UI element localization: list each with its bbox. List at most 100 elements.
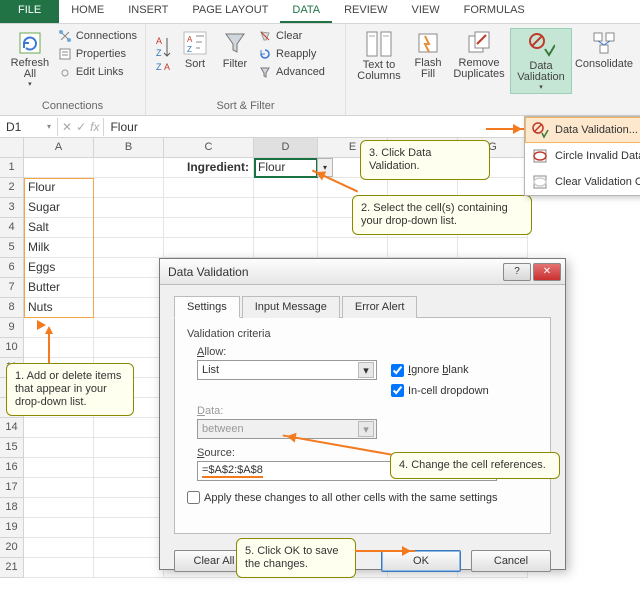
tab-insert[interactable]: INSERT [116, 0, 180, 23]
menu-clear-circles[interactable]: Clear Validation Circles [525, 169, 640, 195]
sort-az-icon: AZ [154, 34, 172, 60]
row-header[interactable]: 15 [0, 438, 24, 458]
row-header[interactable]: 18 [0, 498, 24, 518]
text-to-columns-icon [365, 30, 393, 58]
tab-settings[interactable]: Settings [174, 296, 240, 318]
filter-button[interactable]: Filter [216, 28, 254, 72]
ribbon: Refresh All ▾ Connections Properties Edi… [0, 24, 640, 116]
row-header[interactable]: 2 [0, 178, 24, 198]
incell-dropdown-checkbox[interactable]: In-cell dropdown [391, 384, 489, 397]
cell-D1[interactable]: Flour [254, 158, 318, 178]
allow-combo[interactable]: List▾ [197, 360, 377, 380]
svg-text:A: A [164, 62, 170, 72]
menu-data-validation[interactable]: Data Validation... [525, 117, 640, 143]
ribbon-tabs: FILE HOME INSERT PAGE LAYOUT DATA REVIEW… [0, 0, 640, 24]
cancel-button[interactable]: Cancel [471, 550, 551, 572]
connections-icon [58, 29, 72, 43]
cell-A8[interactable]: Nuts [24, 298, 94, 318]
callout-1: 1. Add or delete items that appear in yo… [6, 363, 134, 416]
refresh-all-button[interactable]: Refresh All ▾ [6, 28, 54, 90]
col-header-D[interactable]: D [254, 138, 318, 157]
apply-all-checkbox[interactable]: Apply these changes to all other cells w… [187, 491, 538, 504]
svg-text:A: A [156, 36, 162, 46]
sort-za-icon: ZA [154, 60, 172, 74]
callout-2: 2. Select the cell(s) containing your dr… [352, 195, 532, 235]
data-label: Data: [197, 405, 538, 417]
tab-file[interactable]: FILE [0, 0, 59, 23]
cell-A5[interactable]: Milk [24, 238, 94, 258]
ribbon-group-connections: Connections [6, 99, 139, 113]
cell-A6[interactable]: Eggs [24, 258, 94, 278]
row-header[interactable]: 16 [0, 458, 24, 478]
properties-button[interactable]: Properties [56, 46, 139, 62]
cell-A7[interactable]: Butter [24, 278, 94, 298]
tab-formulas[interactable]: FORMULAS [452, 0, 537, 23]
tab-input-message[interactable]: Input Message [242, 296, 340, 318]
text-to-columns-button[interactable]: Text to Columns [352, 28, 406, 84]
tab-error-alert[interactable]: Error Alert [342, 296, 418, 318]
dialog-titlebar[interactable]: Data Validation ? ✕ [160, 259, 565, 285]
ok-button[interactable]: OK [381, 550, 461, 572]
row-header[interactable]: 17 [0, 478, 24, 498]
ignore-blank-checkbox[interactable]: Ignore blank [391, 364, 469, 377]
col-header-A[interactable]: A [24, 138, 94, 157]
row-header[interactable]: 9 [0, 318, 24, 338]
sort-button[interactable]: AZ Sort [176, 28, 214, 72]
row-header[interactable]: 1 [0, 158, 24, 178]
select-all[interactable] [0, 138, 24, 157]
tab-review[interactable]: REVIEW [332, 0, 399, 23]
cell-A2[interactable]: Flour [24, 178, 94, 198]
remove-duplicates-icon [466, 30, 492, 56]
cancel-icon[interactable]: ✕ [62, 120, 72, 134]
callout-3: 3. Click Data Validation. [360, 140, 490, 180]
properties-icon [58, 47, 72, 61]
row-header[interactable]: 6 [0, 258, 24, 278]
advanced-icon [258, 65, 272, 79]
chevron-down-icon: ▾ [358, 421, 374, 437]
arrow [48, 324, 50, 364]
flash-fill-button[interactable]: Flash Fill [408, 28, 448, 82]
cell-C1[interactable]: Ingredient: [164, 158, 254, 178]
criteria-label: Validation criteria [187, 328, 538, 340]
row-header[interactable]: 19 [0, 518, 24, 538]
cell-A4[interactable]: Salt [24, 218, 94, 238]
allow-label: Allow: [197, 346, 538, 358]
cell-A3[interactable]: Sugar [24, 198, 94, 218]
refresh-all-label: Refresh All [8, 58, 52, 80]
clear-button[interactable]: Clear [256, 28, 327, 44]
row-header[interactable]: 4 [0, 218, 24, 238]
row-header[interactable]: 8 [0, 298, 24, 318]
edit-links-button[interactable]: Edit Links [56, 64, 139, 80]
row-header[interactable]: 7 [0, 278, 24, 298]
fx-icon[interactable]: fx [90, 120, 99, 134]
tab-view[interactable]: VIEW [400, 0, 452, 23]
row-header[interactable]: 5 [0, 238, 24, 258]
reapply-icon [258, 47, 272, 61]
enter-icon[interactable]: ✓ [76, 120, 86, 134]
callout-4: 4. Change the cell references. [390, 452, 560, 479]
name-box[interactable]: D1▾ [0, 118, 58, 136]
row-header[interactable]: 3 [0, 198, 24, 218]
row-header[interactable]: 10 [0, 338, 24, 358]
data-validation-button[interactable]: Data Validation ▾ [510, 28, 572, 94]
col-header-C[interactable]: C [164, 138, 254, 157]
consolidate-button[interactable]: Consolidate [574, 28, 634, 72]
help-button[interactable]: ? [503, 263, 531, 281]
row-header[interactable]: 20 [0, 538, 24, 558]
dialog-tabs: Settings Input Message Error Alert [174, 295, 551, 318]
tab-page-layout[interactable]: PAGE LAYOUT [180, 0, 280, 23]
ribbon-group-sort: Sort & Filter [152, 99, 339, 113]
advanced-button[interactable]: Advanced [256, 64, 327, 80]
tab-data[interactable]: DATA [280, 0, 332, 23]
menu-circle-invalid[interactable]: Circle Invalid Data [525, 143, 640, 169]
row-header[interactable]: 21 [0, 558, 24, 578]
reapply-button[interactable]: Reapply [256, 46, 327, 62]
svg-text:Z: Z [187, 45, 192, 54]
remove-duplicates-button[interactable]: Remove Duplicates [450, 28, 508, 82]
tab-home[interactable]: HOME [59, 0, 116, 23]
connections-button[interactable]: Connections [56, 28, 139, 44]
close-button[interactable]: ✕ [533, 263, 561, 281]
arrow [355, 550, 415, 552]
row-header[interactable]: 14 [0, 418, 24, 438]
col-header-B[interactable]: B [94, 138, 164, 157]
